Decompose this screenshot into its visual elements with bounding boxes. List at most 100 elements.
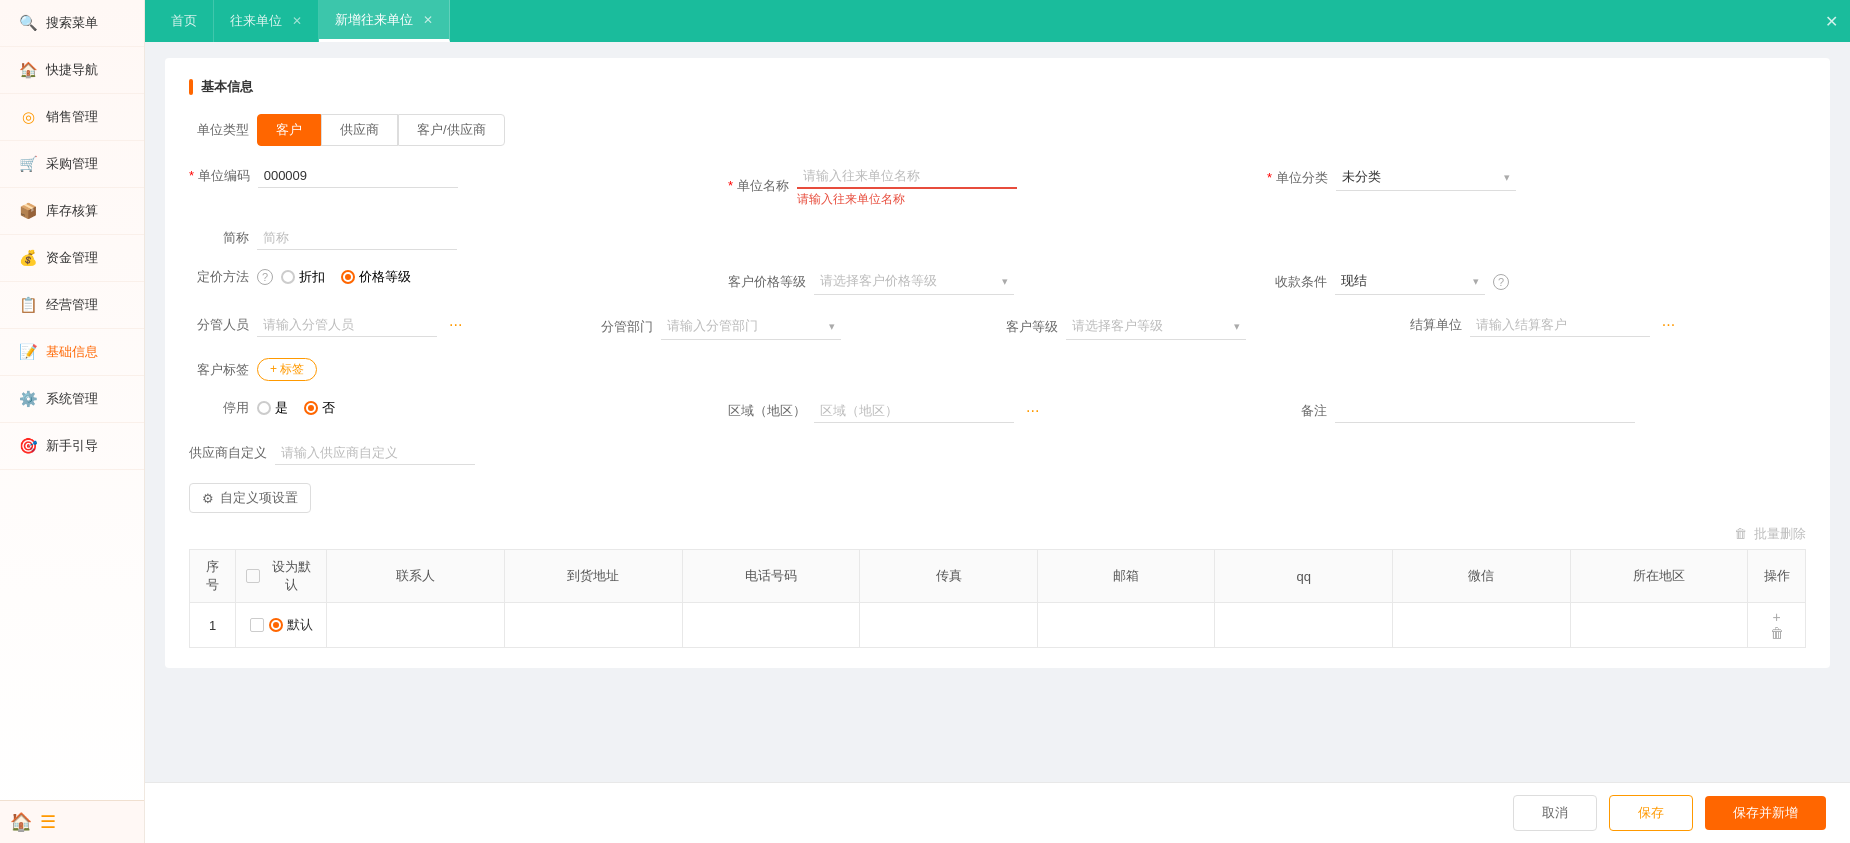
save-button[interactable]: 保存 — [1609, 795, 1693, 831]
radio-yes[interactable]: 是 — [257, 399, 288, 417]
unit-name-input[interactable] — [797, 164, 1017, 189]
sidebar-item-system[interactable]: ⚙️ 系统管理 — [0, 376, 144, 423]
sidebar: 🔍 搜索菜单 🏠 快捷导航 ◎ 销售管理 🛒 采购管理 📦 库存核算 💰 资金管… — [0, 0, 145, 843]
btn-supplier[interactable]: 供应商 — [321, 114, 398, 146]
chevron-down-icon-4: ▾ — [829, 320, 835, 333]
department-select[interactable]: 请输入分管部门 ▾ — [661, 313, 841, 340]
phone-input[interactable] — [693, 618, 850, 633]
sidebar-item-finance[interactable]: 💰 资金管理 — [0, 235, 144, 282]
batch-delete-label[interactable]: 批量删除 — [1754, 526, 1806, 541]
row-default-radio[interactable]: 默认 — [269, 616, 313, 634]
unit-type-field: 单位类型 客户 供应商 客户/供应商 — [189, 114, 1806, 146]
main-area: 首页 往来单位 ✕ 新增往来单位 ✕ ✕ 基本信息 单位类型 客户 — [145, 0, 1850, 843]
cell-email[interactable] — [1037, 603, 1215, 648]
code-name-category-row: 单位编码 单位名称 请输入往来单位名称 单位分类 未分类 ▾ — [189, 164, 1806, 208]
settlement-input[interactable] — [1470, 313, 1650, 337]
supplier-custom-label: 供应商自定义 — [189, 444, 267, 462]
sidebar-item-quick-nav[interactable]: 🏠 快捷导航 — [0, 47, 144, 94]
sidebar-item-operations[interactable]: 📋 经营管理 — [0, 282, 144, 329]
sidebar-item-basic-info[interactable]: 📝 基础信息 — [0, 329, 144, 376]
payment-terms-help-icon[interactable]: ? — [1493, 274, 1509, 290]
fax-input[interactable] — [870, 618, 1027, 633]
sidebar-item-search[interactable]: 🔍 搜索菜单 — [0, 0, 144, 47]
add-tag-btn[interactable]: + 标签 — [257, 358, 317, 381]
unit-code-field: 单位编码 — [189, 164, 728, 188]
sidebar-settings-btn[interactable]: ☰ — [40, 811, 56, 833]
cell-fax[interactable] — [860, 603, 1038, 648]
email-input[interactable] — [1048, 618, 1205, 633]
row-checkbox[interactable] — [250, 618, 264, 632]
radio-yes-circle — [257, 401, 271, 415]
tab-partners[interactable]: 往来单位 ✕ — [214, 0, 319, 42]
tab-new-partner-label: 新增往来单位 — [335, 11, 413, 29]
row-delete-btn[interactable]: 🗑 — [1767, 625, 1787, 641]
table-row: 1 默认 — [190, 603, 1806, 648]
radio-price-level[interactable]: 价格等级 — [341, 268, 411, 286]
cell-address[interactable] — [505, 603, 683, 648]
address-input[interactable] — [515, 618, 672, 633]
custom-settings-btn[interactable]: ⚙ 自定义项设置 — [189, 483, 311, 513]
short-name-row: 简称 — [189, 226, 1806, 250]
region-more-btn[interactable]: ··· — [1022, 402, 1043, 420]
col-index: 序号 — [190, 550, 236, 603]
save-new-button[interactable]: 保存并新增 — [1705, 796, 1826, 830]
pricing-help-icon[interactable]: ? — [257, 269, 273, 285]
home-icon: 🏠 — [18, 60, 38, 80]
basic-info-icon: 📝 — [18, 342, 38, 362]
unit-type-row: 单位类型 客户 供应商 客户/供应商 — [189, 114, 1806, 146]
supplier-custom-input[interactable] — [275, 441, 475, 465]
cell-contact[interactable] — [327, 603, 505, 648]
customer-level-select[interactable]: 请选择客户等级 ▾ — [1066, 313, 1246, 340]
cell-qq[interactable] — [1215, 603, 1393, 648]
short-name-input[interactable] — [257, 226, 457, 250]
region-input-2[interactable] — [1581, 618, 1738, 633]
remarks-input[interactable] — [1335, 399, 1635, 423]
radio-discount-circle — [281, 270, 295, 284]
settlement-more-btn[interactable]: ··· — [1658, 316, 1679, 334]
unit-code-input[interactable] — [258, 164, 458, 188]
close-all-tabs-btn[interactable]: ✕ — [1825, 12, 1838, 31]
tab-new-partner-close[interactable]: ✕ — [423, 13, 433, 27]
col-email: 邮箱 — [1037, 550, 1215, 603]
tab-new-partner[interactable]: 新增往来单位 ✕ — [319, 0, 450, 42]
row-default-circle — [269, 618, 283, 632]
payment-terms-select[interactable]: 现结 ▾ — [1335, 268, 1485, 295]
radio-no-label: 否 — [322, 399, 335, 417]
row-add-btn[interactable]: + — [1770, 609, 1784, 625]
btn-customer[interactable]: 客户 — [257, 114, 321, 146]
cell-wechat[interactable] — [1393, 603, 1571, 648]
tab-home[interactable]: 首页 — [155, 0, 214, 42]
disabled-field: 停用 是 否 — [189, 399, 728, 417]
unit-name-label: 单位名称 — [728, 177, 789, 195]
sidebar-item-guide[interactable]: 🎯 新手引导 — [0, 423, 144, 470]
settlement-label: 结算单位 — [1402, 316, 1462, 334]
system-icon: ⚙️ — [18, 389, 38, 409]
basic-info-card: 基本信息 单位类型 客户 供应商 客户/供应商 单位编码 — [165, 58, 1830, 668]
sidebar-item-label: 新手引导 — [46, 437, 98, 455]
customer-price-level-select[interactable]: 请选择客户价格等级 ▾ — [814, 268, 1014, 295]
wechat-input[interactable] — [1403, 618, 1560, 633]
cell-region[interactable] — [1570, 603, 1748, 648]
inventory-icon: 📦 — [18, 201, 38, 221]
manager-more-btn[interactable]: ··· — [445, 316, 466, 334]
radio-discount[interactable]: 折扣 — [281, 268, 325, 286]
cell-phone[interactable] — [682, 603, 860, 648]
unit-category-select[interactable]: 未分类 ▾ — [1336, 164, 1516, 191]
sidebar-home-btn[interactable]: 🏠 — [10, 811, 32, 833]
manager-input[interactable] — [257, 313, 437, 337]
col-fax: 传真 — [860, 550, 1038, 603]
sidebar-item-sales[interactable]: ◎ 销售管理 — [0, 94, 144, 141]
sidebar-item-inventory[interactable]: 📦 库存核算 — [0, 188, 144, 235]
tab-partners-close[interactable]: ✕ — [292, 14, 302, 28]
cancel-button[interactable]: 取消 — [1513, 795, 1597, 831]
contact-input[interactable] — [337, 618, 494, 633]
sidebar-item-purchase[interactable]: 🛒 采购管理 — [0, 141, 144, 188]
region-input[interactable] — [814, 399, 1014, 423]
radio-no[interactable]: 否 — [304, 399, 335, 417]
qq-input[interactable] — [1225, 618, 1382, 633]
header-checkbox[interactable] — [246, 569, 260, 583]
col-phone: 电话号码 — [682, 550, 860, 603]
btn-both[interactable]: 客户/供应商 — [398, 114, 505, 146]
col-wechat: 微信 — [1393, 550, 1571, 603]
tag-label: 客户标签 — [189, 361, 249, 379]
